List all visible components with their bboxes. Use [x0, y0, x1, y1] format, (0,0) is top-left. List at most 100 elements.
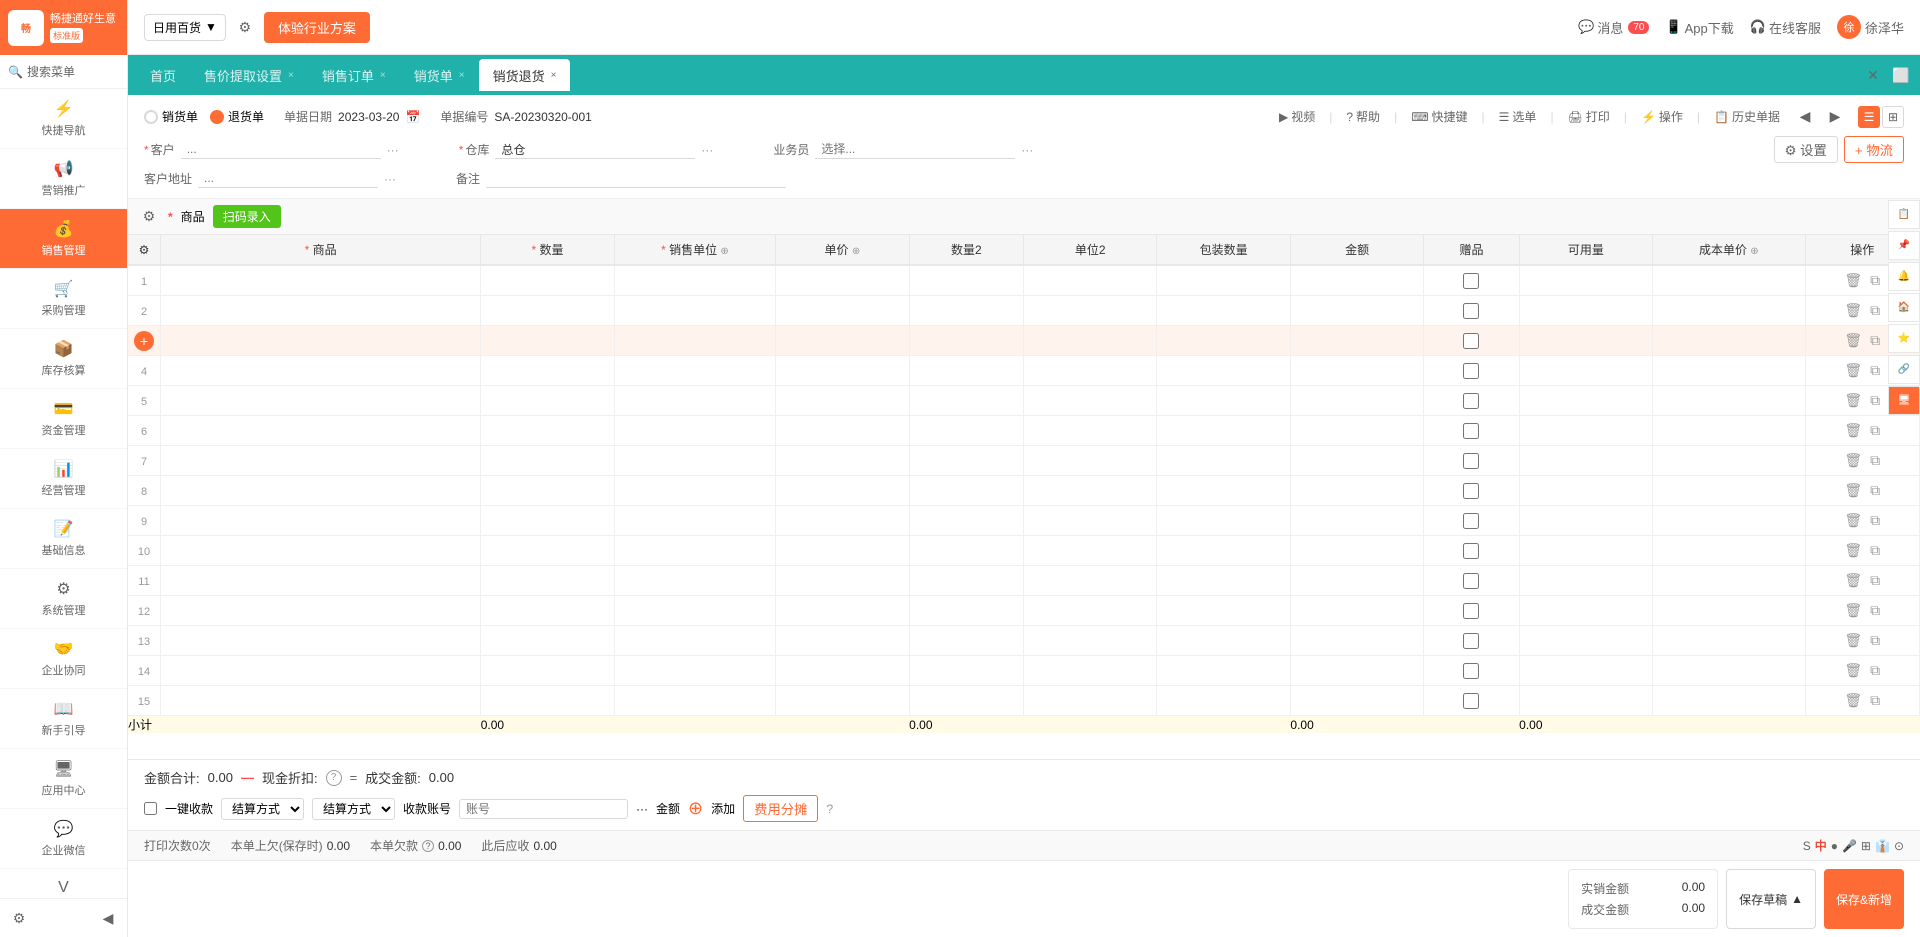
unit2-cell[interactable] [1024, 296, 1157, 326]
delete-row-icon[interactable]: 🗑 [1842, 690, 1864, 711]
unit2-cell[interactable] [1024, 386, 1157, 416]
unit-cell[interactable] [614, 596, 776, 626]
gift-checkbox[interactable] [1463, 333, 1479, 349]
window-close-icon[interactable]: ✕ [1862, 64, 1884, 86]
product-cell[interactable] [161, 386, 481, 416]
tab-sales-return[interactable]: 销货退货 × [479, 59, 571, 91]
unit-cell[interactable] [614, 446, 776, 476]
grid-view-icon[interactable]: ☰ [1858, 106, 1880, 128]
warehouse-input[interactable] [495, 140, 695, 159]
gift-checkbox[interactable] [1463, 573, 1479, 589]
delete-row-icon[interactable]: 🗑 [1842, 270, 1864, 291]
delete-row-icon[interactable]: 🗑 [1842, 300, 1864, 321]
qty2-cell[interactable] [909, 656, 1023, 686]
qty2-cell[interactable] [909, 566, 1023, 596]
owe-circle[interactable]: ? [422, 840, 434, 852]
pkgqty-cell[interactable] [1157, 265, 1290, 296]
unit2-cell[interactable] [1024, 656, 1157, 686]
unit-cell[interactable] [614, 386, 776, 416]
next-record-icon[interactable]: ▶ [1824, 106, 1846, 128]
sidebar-settings-icon[interactable]: ⚙ [8, 907, 30, 929]
unit2-cell[interactable] [1024, 536, 1157, 566]
sidebar-item-basic[interactable]: 📝 基础信息 [0, 509, 127, 569]
qty2-cell[interactable] [909, 536, 1023, 566]
price-cell[interactable] [776, 476, 909, 506]
tab-sales-return-close[interactable]: × [551, 70, 557, 81]
unit-cell[interactable] [614, 476, 776, 506]
pkgqty-cell[interactable] [1157, 356, 1290, 386]
product-cell[interactable] [161, 356, 481, 386]
qty2-cell[interactable] [909, 326, 1023, 356]
qty-cell[interactable] [481, 506, 614, 536]
qty2-cell[interactable] [909, 506, 1023, 536]
copy-row-icon[interactable]: ⧉ [1868, 690, 1882, 711]
product-cell[interactable] [161, 296, 481, 326]
amount-cell[interactable] [1290, 265, 1423, 296]
delete-row-icon[interactable]: 🗑 [1842, 540, 1864, 561]
tab-home[interactable]: 首页 [136, 59, 190, 91]
discount-help-icon[interactable]: ? [326, 770, 342, 786]
copy-row-icon[interactable]: ⧉ [1868, 360, 1882, 381]
unit-cell[interactable] [614, 296, 776, 326]
product-cell[interactable] [161, 566, 481, 596]
sidebar-item-quick-nav[interactable]: ⚡ 快捷导航 [0, 89, 127, 149]
message-btn[interactable]: 💬 消息 70 [1578, 18, 1649, 37]
gift-checkbox[interactable] [1463, 393, 1479, 409]
pkgqty-cell[interactable] [1157, 296, 1290, 326]
one-click-checkbox[interactable] [144, 802, 157, 815]
unit2-cell[interactable] [1024, 416, 1157, 446]
delete-row-icon[interactable]: 🗑 [1842, 480, 1864, 501]
card-view-icon[interactable]: ⊞ [1882, 106, 1904, 128]
copy-row-icon[interactable]: ⧉ [1868, 630, 1882, 651]
copy-row-icon[interactable]: ⧉ [1868, 510, 1882, 531]
qty-cell[interactable] [481, 656, 614, 686]
qty-cell[interactable] [481, 416, 614, 446]
amount-cell[interactable] [1290, 626, 1423, 656]
qty-cell[interactable] [481, 265, 614, 296]
gift-checkbox[interactable] [1463, 303, 1479, 319]
unit-cell[interactable] [614, 506, 776, 536]
pkgqty-cell[interactable] [1157, 656, 1290, 686]
copy-row-icon[interactable]: ⧉ [1868, 600, 1882, 621]
copy-row-icon[interactable]: ⧉ [1868, 450, 1882, 471]
unit-cell[interactable] [614, 686, 776, 716]
pkgqty-cell[interactable] [1157, 476, 1290, 506]
qty2-cell[interactable] [909, 476, 1023, 506]
delete-row-icon[interactable]: 🗑 [1842, 420, 1864, 441]
delete-row-icon[interactable]: 🗑 [1842, 570, 1864, 591]
history-btn[interactable]: 📋 历史单据 [1708, 105, 1786, 128]
copy-row-icon[interactable]: ⧉ [1868, 480, 1882, 501]
pkgqty-cell[interactable] [1157, 686, 1290, 716]
sidebar-item-system[interactable]: ⚙ 系统管理 [0, 569, 127, 629]
fee-split-button[interactable]: 费用分摊 [743, 795, 818, 822]
amount-cell[interactable] [1290, 386, 1423, 416]
price-cell[interactable] [776, 686, 909, 716]
gift-checkbox[interactable] [1463, 603, 1479, 619]
radio-sales-delivery[interactable]: 销货单 [144, 108, 198, 125]
amount-cell[interactable] [1290, 356, 1423, 386]
radio-return[interactable]: 退货单 [210, 108, 264, 125]
unit-cell[interactable] [614, 265, 776, 296]
qty-cell[interactable] [481, 356, 614, 386]
delete-row-icon[interactable]: 🗑 [1842, 510, 1864, 531]
amount-cell[interactable] [1290, 296, 1423, 326]
copy-row-icon[interactable]: ⧉ [1868, 270, 1882, 291]
tab-sales-order[interactable]: 销售订单 × [308, 59, 400, 91]
float-btn-1[interactable]: 📋 [1888, 200, 1920, 229]
price-cell[interactable] [776, 566, 909, 596]
delete-row-icon[interactable]: 🗑 [1842, 390, 1864, 411]
amount-cell[interactable] [1290, 686, 1423, 716]
th-settings[interactable]: ⚙ [128, 235, 161, 265]
gift-checkbox[interactable] [1463, 513, 1479, 529]
print-btn[interactable]: 🖨 打印 [1562, 105, 1616, 128]
calc-method-select[interactable]: 结算方式 [312, 798, 395, 820]
online-service-btn[interactable]: 🎧 在线客服 [1750, 18, 1821, 37]
save-new-button[interactable]: 保存&新增 [1824, 869, 1904, 929]
unit2-cell[interactable] [1024, 446, 1157, 476]
amount-cell[interactable] [1290, 566, 1423, 596]
unit2-cell[interactable] [1024, 476, 1157, 506]
settle-method-select[interactable]: 结算方式 [221, 798, 304, 820]
qty-cell[interactable] [481, 596, 614, 626]
amount-cell[interactable] [1290, 446, 1423, 476]
product-input[interactable] [167, 334, 474, 348]
